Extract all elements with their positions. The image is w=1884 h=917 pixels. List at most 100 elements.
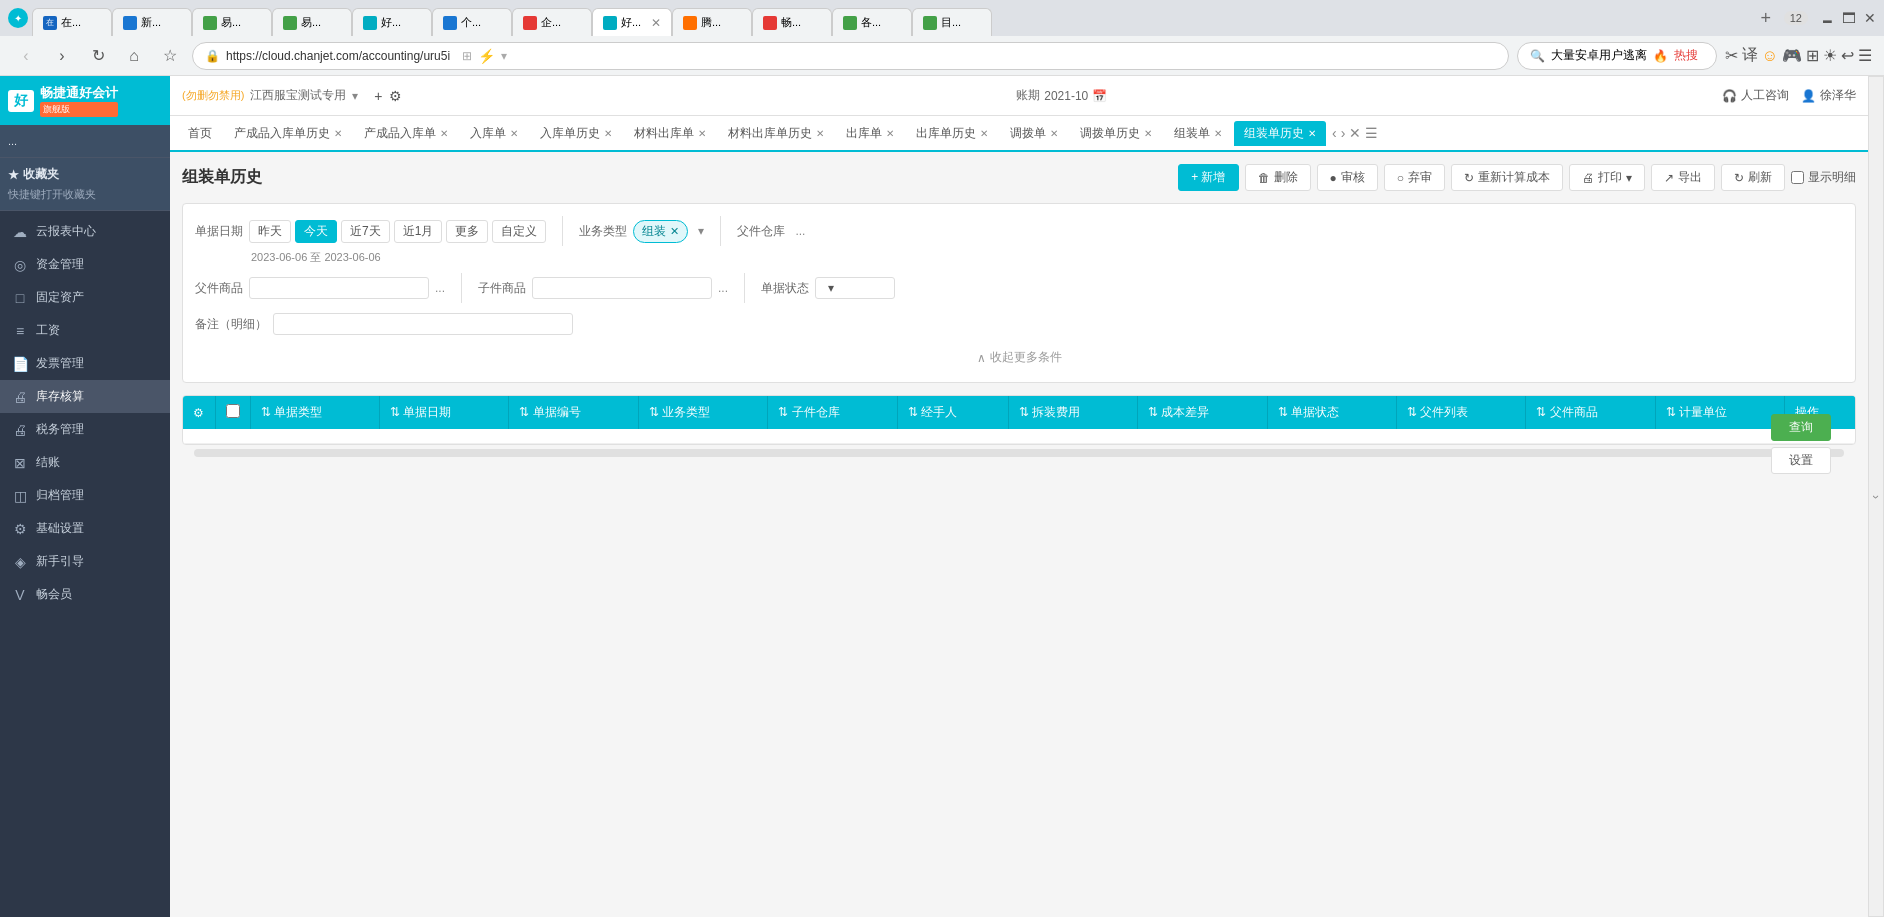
browser-tab-9[interactable]: 腾...	[672, 8, 752, 36]
nav-tab-7-close[interactable]: ✕	[886, 128, 894, 139]
table-col-bill-no[interactable]: ⇅ 单据编号	[509, 396, 638, 429]
table-col-parent-list[interactable]: ⇅ 父件列表	[1396, 396, 1525, 429]
reload-button[interactable]: ↻	[84, 42, 112, 70]
topbar-settings-icon[interactable]: ⚙	[389, 88, 402, 104]
address-bar[interactable]: 🔒 https://cloud.chanjet.com/accounting/u…	[192, 42, 1509, 70]
tab-right-icon[interactable]: ›	[1341, 125, 1346, 141]
table-col-bill-date[interactable]: ⇅ 单据日期	[379, 396, 508, 429]
child-goods-more[interactable]: ...	[718, 281, 728, 295]
dropdown-icon[interactable]: ▾	[501, 49, 507, 63]
table-col-checkbox[interactable]	[215, 396, 250, 429]
table-col-unit[interactable]: ⇅ 计量单位	[1655, 396, 1784, 429]
nav-tab-4[interactable]: 入库单历史 ✕	[530, 121, 622, 146]
back-button[interactable]: ‹	[12, 42, 40, 70]
settings-filter-button[interactable]: 设置	[1771, 447, 1831, 474]
maximize-icon[interactable]: 🗖	[1842, 10, 1856, 26]
abandon-button[interactable]: ○ 弃审	[1384, 164, 1445, 191]
calendar-icon[interactable]: 📅	[1092, 89, 1107, 103]
nav-tab-2[interactable]: 产成品入库单 ✕	[354, 121, 458, 146]
sidebar-item-fixed-assets[interactable]: □ 固定资产	[0, 281, 170, 314]
filter-collapse-btn[interactable]: ∧ 收起更多条件	[969, 345, 1070, 370]
theme-icon[interactable]: ☀	[1823, 46, 1837, 65]
scissors-icon[interactable]: ✂	[1725, 46, 1738, 65]
nav-tab-5[interactable]: 材料出库单 ✕	[624, 121, 716, 146]
right-collapse-panel[interactable]: ›	[1868, 76, 1884, 917]
delete-button[interactable]: 🗑 删除	[1245, 164, 1311, 191]
parent-goods-more[interactable]: ...	[435, 281, 445, 295]
refresh-button[interactable]: ↻ 刷新	[1721, 164, 1785, 191]
sidebar-item-inventory[interactable]: 🖨 库存核算	[0, 380, 170, 413]
tab-close-all-icon[interactable]: ✕	[1349, 125, 1361, 141]
export-button[interactable]: ↗ 导出	[1651, 164, 1715, 191]
sidebar-item-tax-mgmt[interactable]: 🖨 税务管理	[0, 413, 170, 446]
translate-icon[interactable]: 译	[1742, 45, 1758, 66]
filter-bill-status-select[interactable]: ▾	[815, 277, 895, 299]
nav-tab-9-close[interactable]: ✕	[1050, 128, 1058, 139]
browser-tab-3[interactable]: 易...	[192, 8, 272, 36]
browser-tab-11[interactable]: 各...	[832, 8, 912, 36]
display-toggle[interactable]: 显示明细	[1791, 169, 1856, 186]
browser-tab-10[interactable]: 畅...	[752, 8, 832, 36]
apps-icon[interactable]: ⊞	[1806, 46, 1819, 65]
table-col-settings[interactable]: ⚙	[183, 396, 215, 429]
nav-tab-8-close[interactable]: ✕	[980, 128, 988, 139]
nav-tab-6[interactable]: 材料出库单历史 ✕	[718, 121, 834, 146]
table-col-bill-status[interactable]: ⇅ 单据状态	[1267, 396, 1396, 429]
bottom-scrollbar[interactable]	[194, 449, 1844, 457]
user-area[interactable]: 👤 徐泽华	[1801, 87, 1856, 104]
company-dropdown-icon[interactable]: ▾	[352, 89, 358, 103]
print-button[interactable]: 🖨 打印 ▾	[1569, 164, 1645, 191]
date-btn-custom[interactable]: 自定义	[492, 220, 546, 243]
sidebar-item-cloud-report[interactable]: ☁ 云报表中心	[0, 215, 170, 248]
nav-tab-3[interactable]: 入库单 ✕	[460, 121, 528, 146]
service-btn[interactable]: 🎧 人工咨询	[1722, 87, 1789, 104]
add-icon[interactable]: +	[374, 88, 382, 104]
date-btn-more[interactable]: 更多	[446, 220, 488, 243]
nav-tab-5-close[interactable]: ✕	[698, 128, 706, 139]
new-tab-button[interactable]: +	[1752, 4, 1780, 32]
undo-icon[interactable]: ↩	[1841, 46, 1854, 65]
sidebar-item-guide[interactable]: ◈ 新手引导	[0, 545, 170, 578]
browser-tab-5[interactable]: 好...	[352, 8, 432, 36]
nav-tab-9[interactable]: 调拨单 ✕	[1000, 121, 1068, 146]
bookmark-button[interactable]: ☆	[156, 42, 184, 70]
home-button[interactable]: ⌂	[120, 42, 148, 70]
sidebar-item-settlement[interactable]: ⊠ 结账	[0, 446, 170, 479]
menu-icon[interactable]: ☰	[1858, 46, 1872, 65]
nav-tab-11-close[interactable]: ✕	[1214, 128, 1222, 139]
nav-tab-10[interactable]: 调拨单历史 ✕	[1070, 121, 1162, 146]
nav-tab-3-close[interactable]: ✕	[510, 128, 518, 139]
browser-tab-7[interactable]: 企...	[512, 8, 592, 36]
sidebar-favorites[interactable]: ★ 收藏夹 快捷键打开收藏夹	[0, 158, 170, 211]
game-icon[interactable]: 🎮	[1782, 46, 1802, 65]
nav-tab-12[interactable]: 组装单历史 ✕	[1234, 121, 1326, 146]
table-col-child-warehouse[interactable]: ⇅ 子件仓库	[768, 396, 897, 429]
date-btn-yesterday[interactable]: 昨天	[249, 220, 291, 243]
parent-warehouse-more[interactable]: ...	[795, 224, 805, 238]
sidebar-item-membership[interactable]: V 畅会员	[0, 578, 170, 611]
recalc-button[interactable]: ↻ 重新计算成本	[1451, 164, 1563, 191]
browser-tab-4[interactable]: 易...	[272, 8, 352, 36]
filter-parent-goods-input[interactable]	[249, 277, 429, 299]
query-button[interactable]: 查询	[1771, 414, 1831, 441]
table-col-biz-type[interactable]: ⇅ 业务类型	[638, 396, 767, 429]
nav-tab-4-close[interactable]: ✕	[604, 128, 612, 139]
select-all-checkbox[interactable]	[226, 404, 240, 418]
smiley-icon[interactable]: ☺	[1762, 47, 1778, 65]
filter-remarks-input[interactable]	[273, 313, 573, 335]
filter-child-goods-input[interactable]	[532, 277, 712, 299]
nav-tab-home[interactable]: 首页	[178, 121, 222, 146]
nav-tab-10-close[interactable]: ✕	[1144, 128, 1152, 139]
browser-tab-6[interactable]: 个...	[432, 8, 512, 36]
sidebar-item-invoice-mgmt[interactable]: 📄 发票管理	[0, 347, 170, 380]
tab-left-icon[interactable]: ‹	[1332, 125, 1337, 141]
browser-tab-8[interactable]: 好... ✕	[592, 8, 672, 36]
nav-tab-12-close[interactable]: ✕	[1308, 128, 1316, 139]
table-col-parent-goods[interactable]: ⇅ 父件商品	[1526, 396, 1655, 429]
sidebar-item-basic-settings[interactable]: ⚙ 基础设置	[0, 512, 170, 545]
browser-tab-12[interactable]: 目...	[912, 8, 992, 36]
new-button[interactable]: + 新增	[1178, 164, 1238, 191]
forward-button[interactable]: ›	[48, 42, 76, 70]
nav-tab-11[interactable]: 组装单 ✕	[1164, 121, 1232, 146]
search-bar[interactable]: 🔍 大量安卓用户逃离 🔥 热搜	[1517, 42, 1717, 70]
